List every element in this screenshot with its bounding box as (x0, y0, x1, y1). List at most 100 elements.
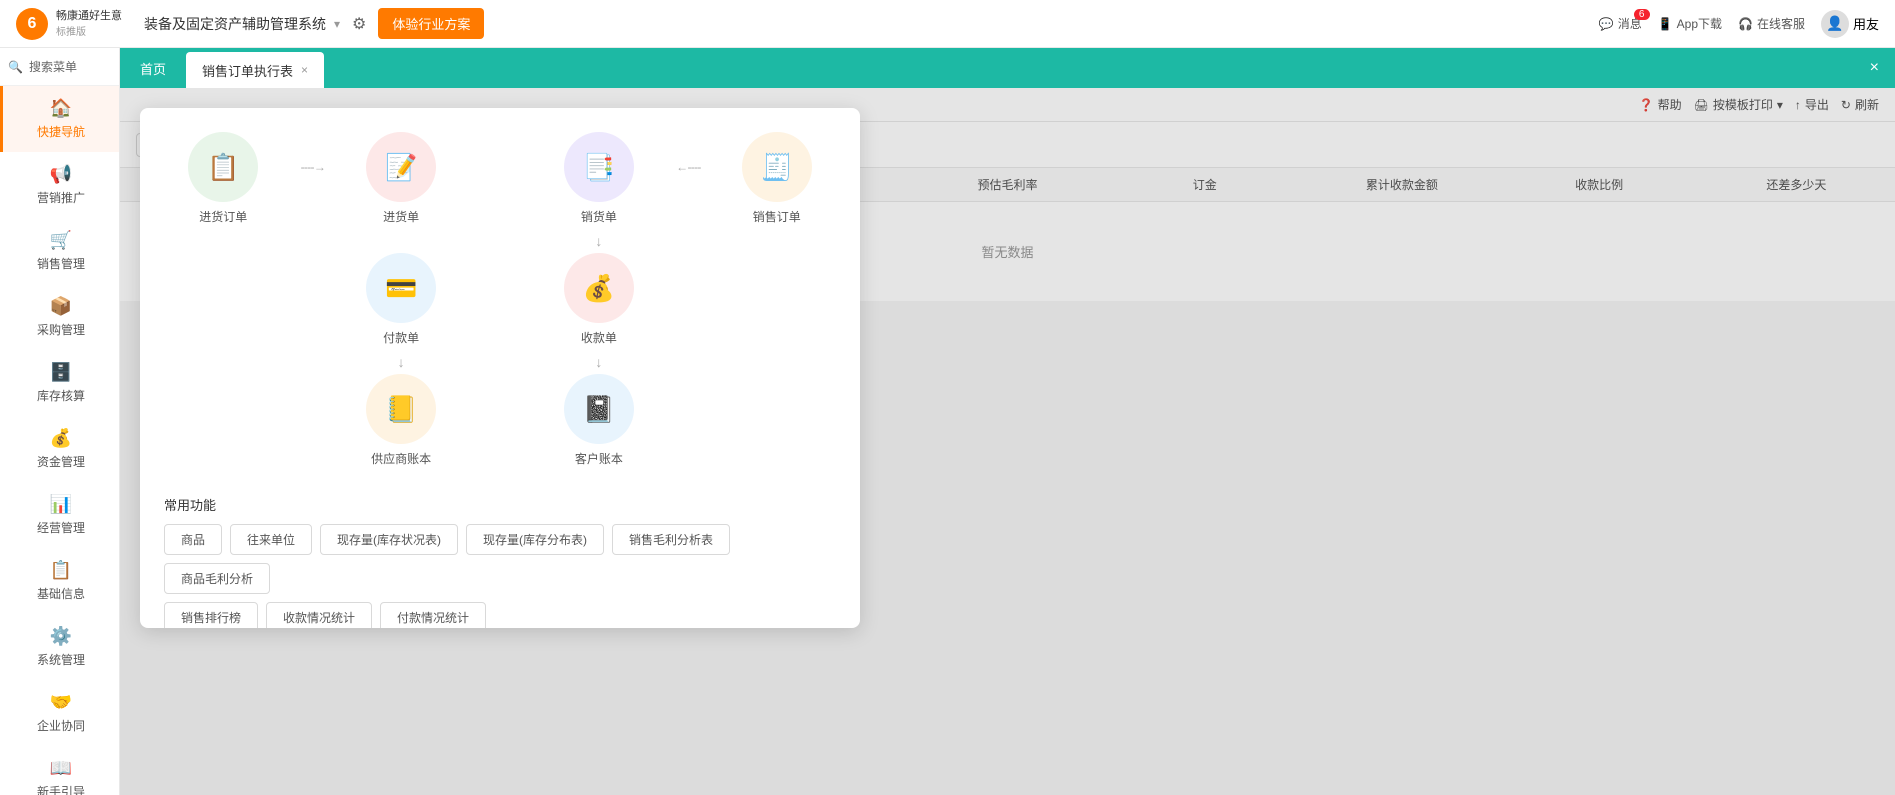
content-area: 首页 销售订单执行表 × × ❓ 帮助 🖨 按模板打印 ▾ (120, 48, 1895, 795)
online-service-label: 在线客服 (1757, 15, 1805, 32)
app-download-item[interactable]: 📱 App下载 (1658, 15, 1722, 32)
h-spacer-1 (283, 233, 342, 249)
func-buttons-row1: 商品往来单位现存量(库存状况表) 现存量(库存分布表) 销售毛利分析表商品毛利分析 (164, 524, 836, 594)
operations-label: 经营管理 (37, 519, 85, 536)
app-download-label: App下载 (1677, 15, 1722, 32)
marketing-label: 营销推广 (37, 189, 85, 206)
tab-close-icon[interactable]: × (301, 63, 308, 77)
tab-label: 销售订单执行表 (202, 61, 293, 80)
func-btn-商品毛利分析[interactable]: 商品毛利分析 (164, 563, 270, 594)
v-arrows-row: ↓ (164, 233, 836, 249)
flow-node-supplier-ledger[interactable]: 📒 供应商账本 (342, 374, 461, 467)
sidebar-item-system[interactable]: ⚙️系统管理 (0, 614, 119, 680)
func-btn-销售毛利分析表[interactable]: 销售毛利分析表 (612, 524, 730, 555)
system-icon: ⚙️ (50, 626, 72, 647)
sidebar-item-operations[interactable]: 📊 经营管理 (0, 482, 119, 548)
h-spacer-3 (658, 233, 717, 249)
sidebar-item-guide[interactable]: 📖新手引导 (0, 746, 119, 795)
func-btn-销售排行榜[interactable]: 销售排行榜 (164, 602, 258, 628)
func-btn-现存量(库存状况表)[interactable]: 现存量(库存状况表) (320, 524, 458, 555)
search-menu[interactable]: 🔍 搜索菜单 (0, 48, 119, 86)
system-title: 装备及固定资产辅助管理系统 ▾ ⚙ 体验行业方案 (144, 8, 1599, 39)
purchase-label: 采购管理 (37, 321, 85, 338)
customer-ledger-label: 客户账本 (575, 450, 623, 467)
online-service-item[interactable]: 🎧 在线客服 (1738, 15, 1805, 32)
func-btn-付款情况统计[interactable]: 付款情况统计 (380, 602, 486, 628)
gear-button[interactable]: ⚙ (348, 10, 370, 38)
marketing-icon: 📢 (50, 164, 72, 185)
sales-order-label: 销售订单 (753, 208, 801, 225)
receipt-circle: 💰 (564, 253, 634, 323)
purchase-order-label: 进货订单 (199, 208, 247, 225)
func-btn-往来单位[interactable]: 往来单位 (230, 524, 312, 555)
h-spacer-2 (460, 233, 539, 249)
enterprise-label: 企业协同 (37, 717, 85, 734)
common-functions-title: 常用功能 (164, 495, 836, 514)
flow-row-2: 💳 付款单 💰 收款单 (164, 253, 836, 346)
func-btn-商品[interactable]: 商品 (164, 524, 222, 555)
tab-home[interactable]: 首页 (120, 48, 186, 88)
phone-icon: 📱 (1658, 17, 1673, 31)
sidebar-item-inventory[interactable]: 🗄️库存核算 (0, 350, 119, 416)
purchase-order-circle: 📋 (188, 132, 258, 202)
logo-text-block: 畅康通好生意 标推版 (56, 9, 122, 38)
tab-sales-order[interactable]: 销售订单执行表 × (186, 52, 324, 88)
common-functions: 常用功能 商品往来单位现存量(库存状况表)现存量(库存分布表)销售毛利分析表商品… (164, 495, 836, 628)
v-empty-3 (717, 233, 836, 249)
arrow-to-purchase-bill (283, 160, 342, 174)
flow-node-payment[interactable]: 💳 付款单 (342, 253, 461, 346)
flow-node-purchase-bill[interactable]: 📝 进货单 (342, 132, 461, 225)
payment-icon: 💳 (385, 273, 417, 304)
sidebar-item-base-info[interactable]: 📋基础信息 (0, 548, 119, 614)
flow-node-sales-order[interactable]: 🧾 销售订单 (717, 132, 836, 225)
sidebar: 🔍 搜索菜单 🏠 快捷导航 📢 营销推广 🛒销售管理 📦 采购管理 🗄️库存核算💰资金管理 📊 经… (0, 48, 120, 795)
quick-nav-icon: 🏠 (50, 98, 72, 119)
base-info-label: 基础信息 (37, 585, 85, 602)
sales-bill-icon: 📑 (583, 152, 615, 183)
sales-icon: 🛒 (50, 230, 72, 251)
sales-bill-label: 销货单 (581, 208, 617, 225)
operations-icon: 📊 (50, 494, 72, 515)
popup-overlay: 📋 进货订单 📝 进货单 (120, 88, 1895, 795)
top-right-area: 💬 消息 6 📱 App下载 🎧 在线客服 👤 用友 (1599, 10, 1879, 38)
func-buttons-row2: 销售排行榜收款情况统计付款情况统计 (164, 602, 836, 628)
flow-node-receipt[interactable]: 💰 收款单 (540, 253, 659, 346)
v-empty-1 (164, 233, 283, 249)
flow-node-purchase-order[interactable]: 📋 进货订单 (164, 132, 283, 225)
empty-8 (460, 354, 539, 370)
purchase-icon: 📦 (50, 296, 72, 317)
tab-bar-close[interactable]: × (1854, 48, 1895, 88)
experience-button[interactable]: 体验行业方案 (378, 8, 484, 39)
user-area[interactable]: 👤 用友 (1821, 10, 1879, 38)
sidebar-item-finance[interactable]: 💰资金管理 (0, 416, 119, 482)
flow-node-sales-bill[interactable]: 📑 销货单 (540, 132, 659, 225)
search-menu-label: 搜索菜单 (29, 58, 77, 75)
receipt-label: 收款单 (581, 329, 617, 346)
sidebar-item-purchase[interactable]: 📦 采购管理 (0, 284, 119, 350)
sidebar-item-enterprise[interactable]: 🤝企业协同 (0, 680, 119, 746)
supplier-ledger-icon: 📒 (385, 394, 417, 425)
supplier-ledger-circle: 📒 (366, 374, 436, 444)
quick-nav-label: 快捷导航 (37, 123, 85, 140)
receipt-icon: 💰 (583, 273, 615, 304)
sidebar-item-quick-nav[interactable]: 🏠 快捷导航 (0, 86, 119, 152)
flow-node-customer-ledger[interactable]: 📓 客户账本 (540, 374, 659, 467)
sidebar-item-sales[interactable]: 🛒销售管理 (0, 218, 119, 284)
payment-label: 付款单 (383, 329, 419, 346)
logo-sub: 标推版 (56, 23, 122, 38)
v-arrows-row-2: ↓ ↓ (164, 354, 836, 370)
purchase-bill-circle: 📝 (366, 132, 436, 202)
sidebar-item-marketing[interactable]: 📢 营销推广 (0, 152, 119, 218)
inventory-label: 库存核算 (37, 387, 85, 404)
logo-icon: 6 (16, 8, 48, 40)
empty-10 (717, 354, 836, 370)
chevron-down-icon[interactable]: ▾ (334, 17, 340, 31)
func-btn-收款情况统计[interactable]: 收款情况统计 (266, 602, 372, 628)
popup-panel: 📋 进货订单 📝 进货单 (140, 108, 860, 628)
main-layout: 🔍 搜索菜单 🏠 快捷导航 📢 营销推广 🛒销售管理 📦 采购管理 🗄️库存核算💰资金管理 📊 经… (0, 48, 1895, 795)
logo-area: 6 畅康通好生意 标推版 (16, 8, 136, 40)
func-btn-现存量(库存分布表)[interactable]: 现存量(库存分布表) (466, 524, 604, 555)
sales-order-circle: 🧾 (742, 132, 812, 202)
v-arrow-receipt: ↓ (540, 354, 659, 370)
message-item[interactable]: 💬 消息 6 (1599, 15, 1642, 32)
